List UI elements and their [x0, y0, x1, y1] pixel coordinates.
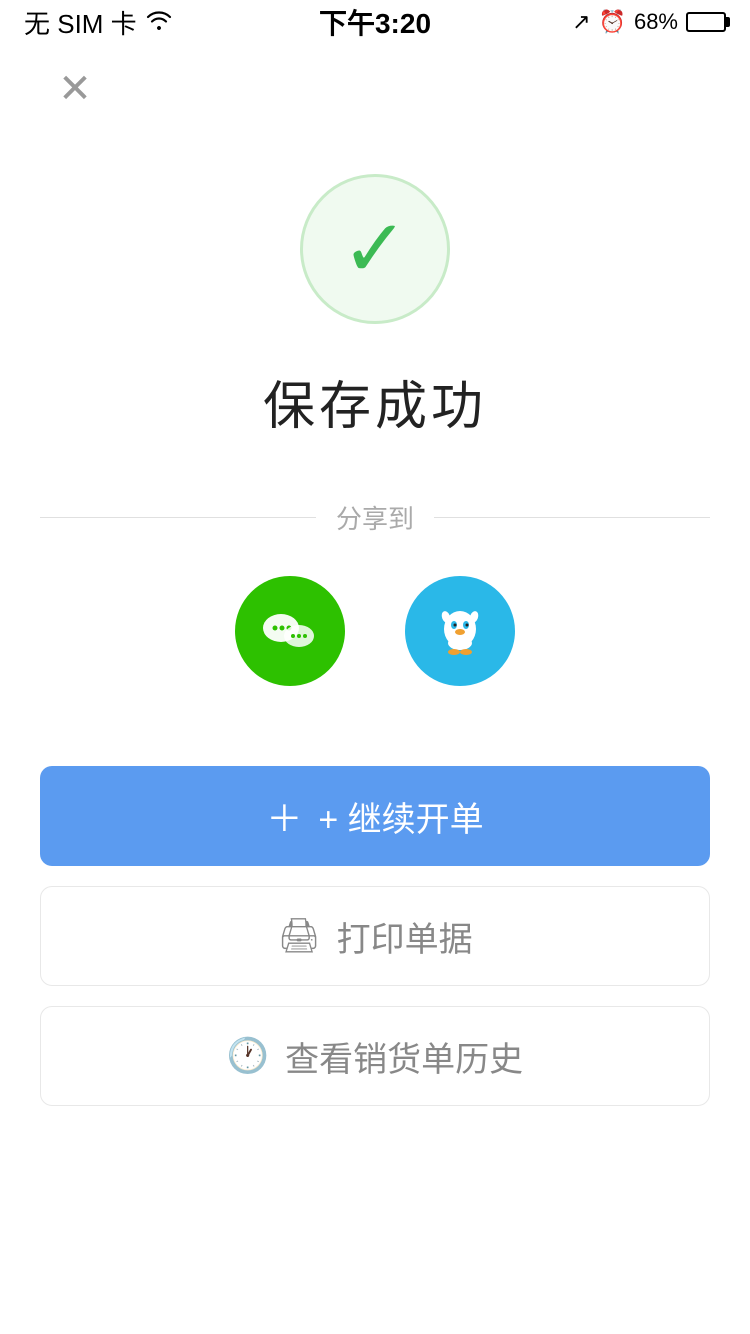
continue-button[interactable]: ＋ + 继续开单 [40, 766, 710, 866]
wechat-share-button[interactable] [235, 576, 345, 686]
print-icon: 🖨 [277, 916, 320, 956]
history-button[interactable]: 🕐 查看销货单历史 [40, 1006, 710, 1106]
carrier-text: 无 SIM 卡 [24, 4, 137, 41]
qq-share-button[interactable] [405, 576, 515, 686]
page-content: ✕ ✓ 保存成功 分享到 [0, 44, 750, 1334]
divider-left [40, 517, 316, 518]
print-button[interactable]: 🖨 打印单据 [40, 886, 710, 986]
close-button[interactable]: ✕ [50, 64, 100, 114]
status-left: 无 SIM 卡 [24, 4, 173, 41]
share-label: 分享到 [336, 499, 414, 536]
success-title: 保存成功 [263, 364, 487, 439]
wechat-icon [255, 596, 325, 666]
status-bar: 无 SIM 卡 下午3:20 ↗ ⏰ 68% [0, 0, 750, 44]
status-right: ↗ ⏰ 68% [572, 9, 726, 35]
history-icon: 🕐 [227, 1036, 269, 1076]
divider-right [434, 517, 710, 518]
battery-percent: 68% [634, 9, 678, 35]
share-divider: 分享到 [40, 499, 710, 536]
wifi-icon [145, 7, 173, 38]
history-label: 查看销货单历史 [285, 1032, 523, 1081]
checkmark-icon: ✓ [341, 209, 408, 289]
success-icon-container: ✓ [300, 174, 450, 324]
alarm-icon: ⏰ [599, 9, 626, 35]
plus-icon: ＋ [266, 790, 302, 842]
action-buttons: ＋ + 继续开单 🖨 打印单据 🕐 查看销货单历史 [40, 766, 710, 1106]
time-display: 下午3:20 [319, 2, 431, 42]
print-label: 打印单据 [337, 912, 473, 961]
close-icon: ✕ [58, 69, 92, 109]
qq-icon [430, 601, 490, 661]
continue-label: + 继续开单 [318, 792, 483, 841]
share-icons [235, 576, 515, 686]
battery-icon [686, 12, 726, 32]
location-icon: ↗ [572, 9, 590, 35]
